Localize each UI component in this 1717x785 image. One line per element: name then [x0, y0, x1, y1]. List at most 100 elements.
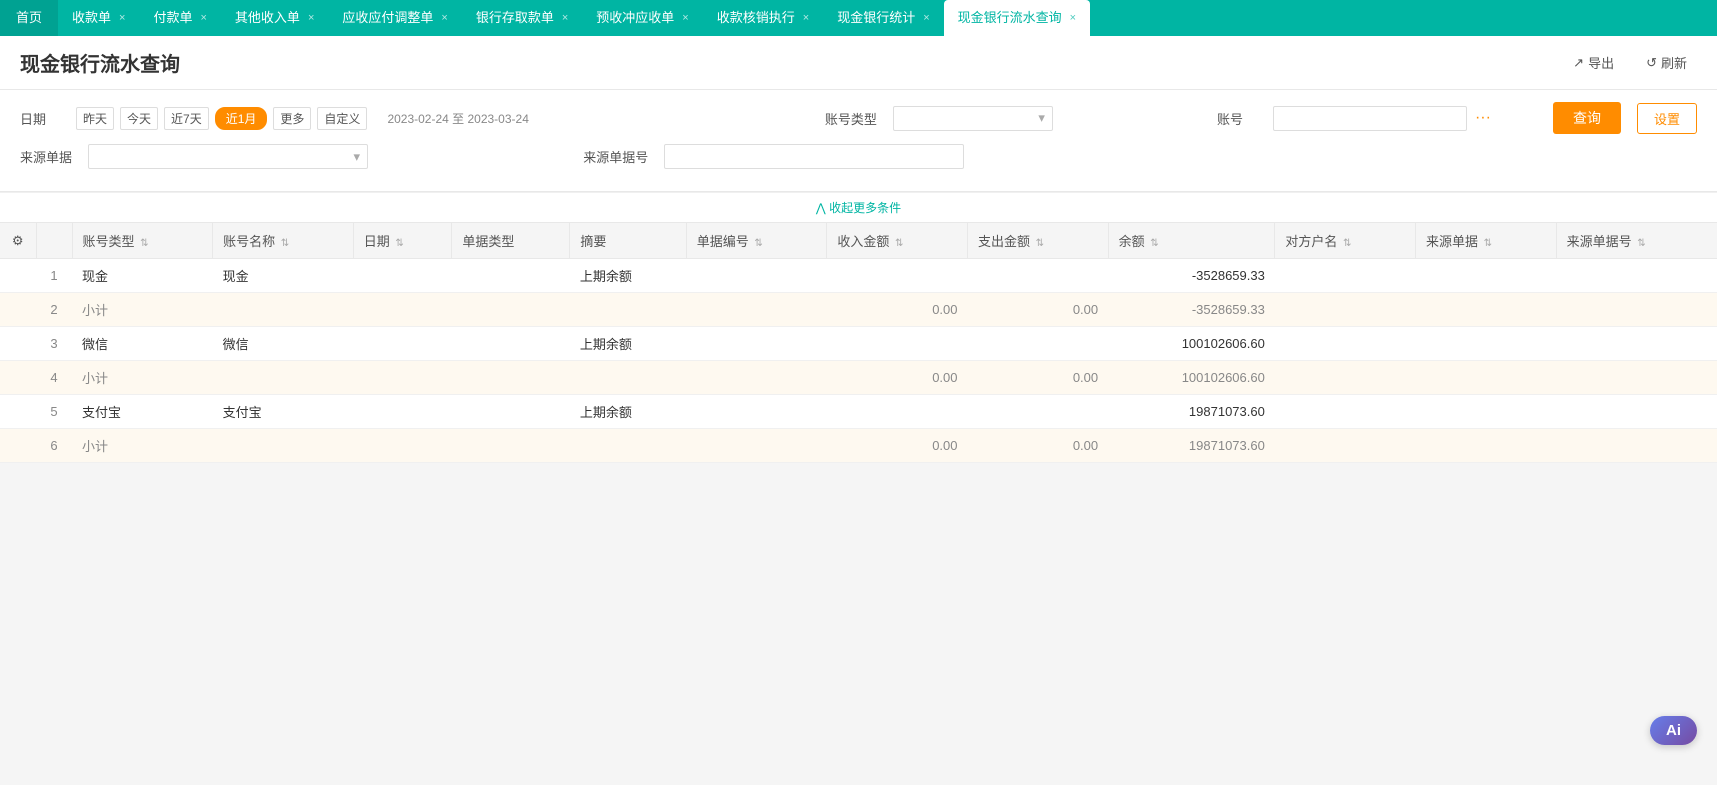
- col-header-docType: 单据类型: [452, 223, 570, 259]
- col-header-counterparty[interactable]: 对方户名 ⇅: [1275, 223, 1416, 259]
- cell-expense: 0.00: [968, 293, 1109, 327]
- cell-gear: [0, 361, 36, 395]
- tab-close-icon[interactable]: ×: [1070, 0, 1076, 36]
- account-input[interactable]: [1273, 106, 1467, 131]
- col-header-docNo[interactable]: 单据编号 ⇅: [686, 223, 827, 259]
- source-doc-num-input[interactable]: [664, 144, 964, 169]
- sort-icon: ⇅: [1036, 238, 1044, 249]
- query-button[interactable]: 查询: [1553, 102, 1621, 134]
- cell-sourceDoc: [1415, 259, 1556, 293]
- col-header-expense[interactable]: 支出金额 ⇅: [968, 223, 1109, 259]
- cell-accountType: 微信: [72, 327, 213, 361]
- nav-tab[interactable]: 预收冲应收单 ×: [582, 0, 702, 36]
- sort-icon: ⇅: [395, 238, 403, 249]
- tab-close-icon[interactable]: ×: [200, 0, 206, 36]
- col-header-balance[interactable]: 余额 ⇅: [1108, 223, 1275, 259]
- tab-close-icon[interactable]: ×: [308, 0, 314, 36]
- cell-index: 4: [36, 361, 72, 395]
- export-icon: ↗: [1573, 55, 1584, 71]
- tab-close-icon[interactable]: ×: [682, 0, 688, 36]
- cell-sourceDoc: [1415, 293, 1556, 327]
- cell-index: 2: [36, 293, 72, 327]
- account-dots-icon[interactable]: ···: [1475, 109, 1491, 127]
- date-shortcut-button[interactable]: 今天: [120, 107, 158, 130]
- col-header-index: [36, 223, 72, 259]
- date-shortcut-button[interactable]: 更多: [273, 107, 311, 130]
- refresh-button[interactable]: ↺ 刷新: [1636, 49, 1697, 76]
- tab-close-icon[interactable]: ×: [923, 0, 929, 36]
- date-shortcut-button[interactable]: 昨天: [76, 107, 114, 130]
- tab-close-icon[interactable]: ×: [441, 0, 447, 36]
- nav-tab[interactable]: 现金银行统计 ×: [823, 0, 943, 36]
- gear-icon[interactable]: ⚙: [12, 233, 24, 248]
- col-header-sourceDocNo[interactable]: 来源单据号 ⇅: [1556, 223, 1717, 259]
- tab-close-icon[interactable]: ×: [119, 0, 125, 36]
- col-header-accountName[interactable]: 账号名称 ⇅: [213, 223, 354, 259]
- cell-date: [353, 327, 452, 361]
- nav-tab[interactable]: 现金银行流水查询 ×: [944, 0, 1090, 36]
- nav-tab[interactable]: 银行存取款单 ×: [462, 0, 582, 36]
- cell-summary: 上期余额: [570, 327, 686, 361]
- cell-docNo: [686, 429, 827, 463]
- nav-tab[interactable]: 收款单 ×: [58, 0, 139, 36]
- col-header-date[interactable]: 日期 ⇅: [353, 223, 452, 259]
- cell-summary: [570, 293, 686, 327]
- cell-sourceDocNo: [1556, 327, 1717, 361]
- account-type-select[interactable]: 现金微信支付宝: [893, 106, 1053, 131]
- cell-docType: [452, 361, 570, 395]
- table-row: 4小计0.000.00100102606.60: [0, 361, 1717, 395]
- cell-income: 0.00: [827, 429, 968, 463]
- date-shortcut-button[interactable]: 近7天: [164, 107, 209, 130]
- cell-income: [827, 395, 968, 429]
- nav-tab[interactable]: 其他收入单 ×: [221, 0, 328, 36]
- table-row: 2小计0.000.00-3528659.33: [0, 293, 1717, 327]
- col-header-accountType[interactable]: 账号类型 ⇅: [72, 223, 213, 259]
- cell-summary: 上期余额: [570, 395, 686, 429]
- date-shortcut-button[interactable]: 近1月: [215, 107, 268, 130]
- cell-docType: [452, 327, 570, 361]
- sort-icon: ⇅: [1343, 238, 1351, 249]
- account-label: 账号: [1217, 109, 1257, 128]
- sort-icon: ⇅: [1150, 238, 1158, 249]
- cell-sourceDocNo: [1556, 429, 1717, 463]
- ai-badge[interactable]: Ai: [1650, 716, 1697, 745]
- date-shortcut-button[interactable]: 自定义: [317, 107, 367, 130]
- cell-gear: [0, 293, 36, 327]
- cell-date: [353, 429, 452, 463]
- col-header-income[interactable]: 收入金额 ⇅: [827, 223, 968, 259]
- sort-icon: ⇅: [754, 238, 762, 249]
- cell-date: [353, 293, 452, 327]
- cell-gear: [0, 259, 36, 293]
- cell-sourceDocNo: [1556, 293, 1717, 327]
- cell-date: [353, 259, 452, 293]
- cell-balance: 100102606.60: [1108, 327, 1275, 361]
- export-button[interactable]: ↗ 导出: [1563, 49, 1624, 76]
- cell-accountType: 小计: [72, 293, 213, 327]
- source-doc-select[interactable]: [88, 144, 368, 169]
- tab-close-icon[interactable]: ×: [803, 0, 809, 36]
- cell-index: 1: [36, 259, 72, 293]
- nav-tab[interactable]: 付款单 ×: [139, 0, 220, 36]
- col-header-sourceDoc[interactable]: 来源单据 ⇅: [1415, 223, 1556, 259]
- cell-docNo: [686, 327, 827, 361]
- cell-docType: [452, 293, 570, 327]
- nav-home[interactable]: 首页: [0, 0, 58, 36]
- table-row: 6小计0.000.0019871073.60: [0, 429, 1717, 463]
- cell-income: 0.00: [827, 293, 968, 327]
- nav-tab[interactable]: 收款核销执行 ×: [703, 0, 823, 36]
- cell-accountName: 微信: [213, 327, 354, 361]
- settings-button[interactable]: 设置: [1637, 103, 1697, 134]
- cell-accountName: 现金: [213, 259, 354, 293]
- cell-docType: [452, 429, 570, 463]
- cell-accountType: 小计: [72, 429, 213, 463]
- collapse-bar[interactable]: ⋀ 收起更多条件: [0, 192, 1717, 223]
- cell-expense: [968, 395, 1109, 429]
- cell-balance: 100102606.60: [1108, 361, 1275, 395]
- source-doc-num-label: 来源单据号: [583, 147, 648, 166]
- nav-tab[interactable]: 应收应付调整单 ×: [328, 0, 461, 36]
- table-row: 3微信微信上期余额100102606.60: [0, 327, 1717, 361]
- filter-row-1: 日期 昨天今天近7天近1月更多自定义 2023-02-24 至 2023-03-…: [20, 102, 1697, 134]
- cell-sourceDoc: [1415, 361, 1556, 395]
- tab-close-icon[interactable]: ×: [562, 0, 568, 36]
- table-header: ⚙账号类型 ⇅账号名称 ⇅日期 ⇅单据类型摘要单据编号 ⇅收入金额 ⇅支出金额 …: [0, 223, 1717, 259]
